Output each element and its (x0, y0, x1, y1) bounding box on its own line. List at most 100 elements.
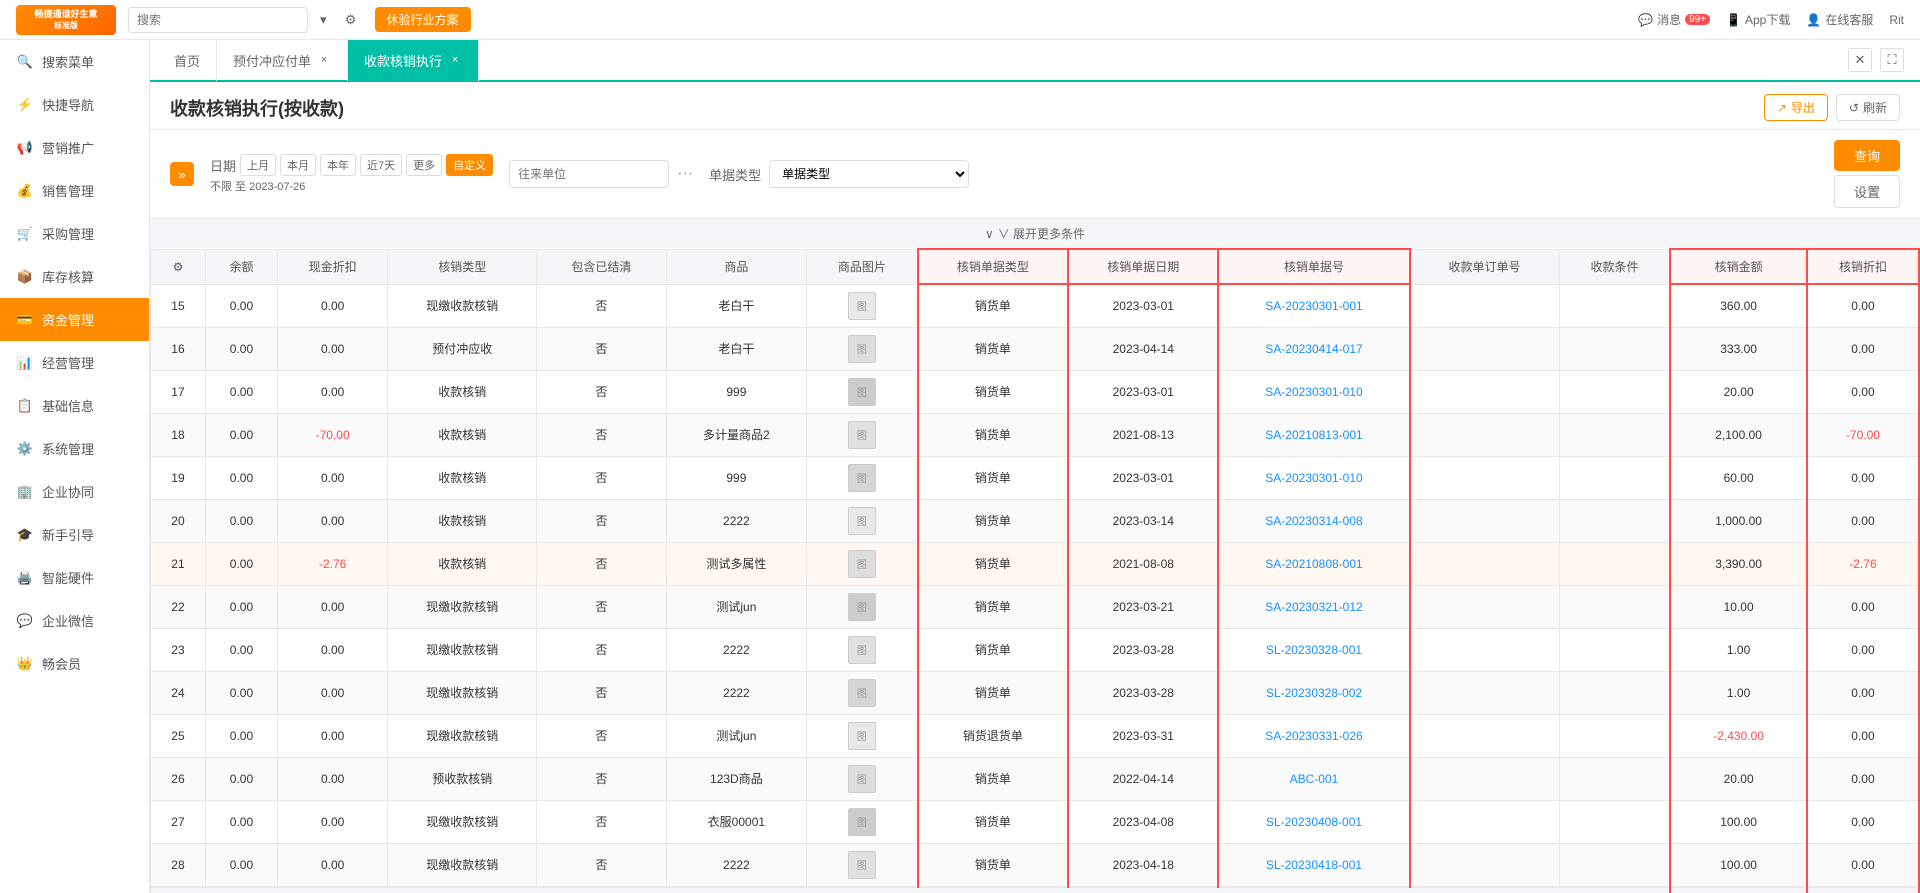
cancel-doc-no-link[interactable]: SL-20230328-001 (1266, 643, 1362, 657)
search-input[interactable] (128, 7, 308, 33)
sidebar-item-system[interactable]: ⚙️ 系统管理 (0, 427, 149, 470)
cancel-doc-no-link[interactable]: SA-20230331-026 (1265, 729, 1362, 743)
cell-product-img: 图 (807, 671, 918, 714)
tab-prepay[interactable]: 预付冲应付单 × (217, 40, 348, 81)
cell-cancel-doc-no[interactable]: SL-20230408-001 (1218, 800, 1409, 843)
sidebar-item-label: 快捷导航 (42, 95, 94, 114)
sidebar-item-newbie[interactable]: 🎓 新手引导 (0, 513, 149, 556)
cancel-doc-no-link[interactable]: SA-20210808-001 (1265, 557, 1362, 571)
doc-type-filter-group: 单据类型 单据类型 (709, 160, 969, 188)
cell-cancel-doc-no[interactable]: SA-20230301-010 (1218, 456, 1409, 499)
sidebar-item-member[interactable]: 👑 畅会员 (0, 642, 149, 685)
tab-receivable[interactable]: 收款核销执行 × (348, 40, 479, 81)
tab-close-icon[interactable]: × (448, 53, 462, 67)
cancel-doc-no-link[interactable]: SA-20230414-017 (1265, 342, 1362, 356)
custom-date-btn[interactable]: 自定义 (446, 154, 493, 176)
dropdown-arrow-icon[interactable]: ▾ (320, 12, 327, 28)
settings-icon[interactable]: ⚙ (339, 8, 363, 32)
cell-cash-discount: 0.00 (277, 499, 387, 542)
cell-cancel-doc-no[interactable]: SA-20230331-026 (1218, 714, 1409, 757)
sidebar-item-inventory[interactable]: 📦 库存核算 (0, 255, 149, 298)
cancel-doc-no-link[interactable]: SA-20230314-008 (1265, 514, 1362, 528)
cell-receipt-order-no (1410, 370, 1560, 413)
cell-included-settled: 否 (537, 800, 667, 843)
filter-expand-button[interactable]: » (170, 162, 194, 186)
cell-cancel-doc-no[interactable]: SA-20230414-017 (1218, 327, 1409, 370)
cell-cancel-doc-no[interactable]: ABC-001 (1218, 757, 1409, 800)
table-row: 18 0.00 -70.00 收款核销 否 多计量商品2 图 销货单 2021-… (151, 413, 1920, 456)
cell-balance: 0.00 (205, 284, 277, 327)
sidebar-item-quick-nav[interactable]: ⚡ 快捷导航 (0, 83, 149, 126)
basic-info-icon: 📋 (16, 397, 34, 415)
cancel-doc-no-link[interactable]: SL-20230408-001 (1266, 815, 1362, 829)
tab-close-icon[interactable]: × (317, 53, 331, 67)
sidebar-item-biz[interactable]: 📊 经营管理 (0, 341, 149, 384)
industry-solution-button[interactable]: 休验行业方案 (375, 7, 471, 32)
cell-product-img: 图 (807, 843, 918, 887)
tab-home[interactable]: 首页 (158, 40, 217, 81)
sidebar-item-wechat[interactable]: 💬 企业微信 (0, 599, 149, 642)
sidebar-item-marketing[interactable]: 📢 营销推广 (0, 126, 149, 169)
cell-cancel-doc-no[interactable]: SL-20230418-001 (1218, 843, 1409, 887)
cell-cancel-doc-no[interactable]: SA-20230314-008 (1218, 499, 1409, 542)
cell-receipt-condition (1559, 370, 1670, 413)
cell-balance: 0.00 (205, 499, 277, 542)
sidebar-item-enterprise[interactable]: 🏢 企业协同 (0, 470, 149, 513)
query-button[interactable]: 查询 (1834, 140, 1900, 171)
cell-cancel-amount: 1.00 (1670, 671, 1807, 714)
cell-cancel-doc-no[interactable]: SA-20230301-010 (1218, 370, 1409, 413)
inventory-icon: 📦 (16, 268, 34, 286)
sidebar-item-sales[interactable]: 💰 销售管理 (0, 169, 149, 212)
table-settings-button[interactable]: 设置 (1834, 175, 1900, 208)
cancel-doc-no-link[interactable]: SA-20230321-012 (1265, 600, 1362, 614)
export-button[interactable]: ↗ 导出 (1764, 94, 1828, 121)
last-month-btn[interactable]: 上月 (240, 154, 276, 176)
cell-cancel-doc-no[interactable]: SA-20210808-001 (1218, 542, 1409, 585)
cancel-doc-no-link[interactable]: SA-20230301-010 (1265, 385, 1362, 399)
sidebar-item-basic-info[interactable]: 📋 基础信息 (0, 384, 149, 427)
data-table: ⚙ 余额 现金折扣 核销类型 包含已结清 商品 商品图片 核销单据类型 核销单据… (150, 248, 1920, 893)
sidebar-item-smart-hw[interactable]: 🖨️ 智能硬件 (0, 556, 149, 599)
cell-cash-discount: -2.76 (277, 542, 387, 585)
cell-cancel-doc-no[interactable]: SL-20230328-002 (1218, 671, 1409, 714)
more-date-btn[interactable]: 更多 (406, 154, 442, 176)
table-row: 21 0.00 -2.76 收款核销 否 测试多属性 图 销货单 2021-08… (151, 542, 1920, 585)
cancel-doc-no-link[interactable]: SA-20230301-010 (1265, 471, 1362, 485)
tab-label: 预付冲应付单 (233, 51, 311, 70)
sidebar-item-label: 企业微信 (42, 611, 94, 630)
close-window-button[interactable]: ✕ (1848, 48, 1872, 72)
cell-included-settled: 否 (537, 413, 667, 456)
sidebar-item-label: 采购管理 (42, 224, 94, 243)
cell-cancel-discount: -2.76 (1807, 542, 1919, 585)
cancel-doc-no-link[interactable]: ABC-001 (1290, 772, 1339, 786)
cell-cancel-type: 收款核销 (388, 499, 537, 542)
cell-cancel-doc-no[interactable]: SA-20230301-001 (1218, 284, 1409, 327)
message-center[interactable]: 💬 消息 99+ (1638, 11, 1710, 28)
page-header: 收款核销执行(按收款) ↗ 导出 ↺ 刷新 (150, 82, 1920, 130)
app-download[interactable]: 📱 App下载 (1726, 11, 1790, 28)
partner-input[interactable] (509, 160, 669, 188)
cell-cancel-doc-type: 销货单 (918, 585, 1068, 628)
this-year-btn[interactable]: 本年 (320, 154, 356, 176)
this-month-btn[interactable]: 本月 (280, 154, 316, 176)
expand-more-button[interactable]: ∨ ∨ 展开更多条件 (985, 225, 1085, 242)
cancel-doc-no-link[interactable]: SA-20230301-001 (1265, 299, 1362, 313)
sidebar-item-search-menu[interactable]: 🔍 搜索菜单 (0, 40, 149, 83)
cell-cancel-discount: 0.00 (1807, 714, 1919, 757)
cancel-doc-no-link[interactable]: SA-20210813-001 (1265, 428, 1362, 442)
partner-more-icon[interactable]: ··· (677, 165, 693, 183)
online-service[interactable]: 👤 在线客服 (1806, 11, 1873, 28)
cancel-doc-no-link[interactable]: SL-20230418-001 (1266, 858, 1362, 872)
cancel-doc-no-link[interactable]: SL-20230328-002 (1266, 686, 1362, 700)
cell-cancel-doc-no[interactable]: SA-20230321-012 (1218, 585, 1409, 628)
cell-cancel-doc-no[interactable]: SA-20210813-001 (1218, 413, 1409, 456)
maximize-button[interactable]: ⛶ (1880, 48, 1904, 72)
doc-type-select[interactable]: 单据类型 (769, 160, 969, 188)
refresh-button[interactable]: ↺ 刷新 (1836, 94, 1900, 121)
cell-cancel-doc-no[interactable]: SL-20230328-001 (1218, 628, 1409, 671)
last-7days-btn[interactable]: 近7天 (360, 154, 402, 176)
sidebar-item-purchase[interactable]: 🛒 采购管理 (0, 212, 149, 255)
cell-cash-discount: 0.00 (277, 714, 387, 757)
sidebar-item-capital[interactable]: 💳 资金管理 (0, 298, 149, 341)
cell-included-settled: 否 (537, 714, 667, 757)
